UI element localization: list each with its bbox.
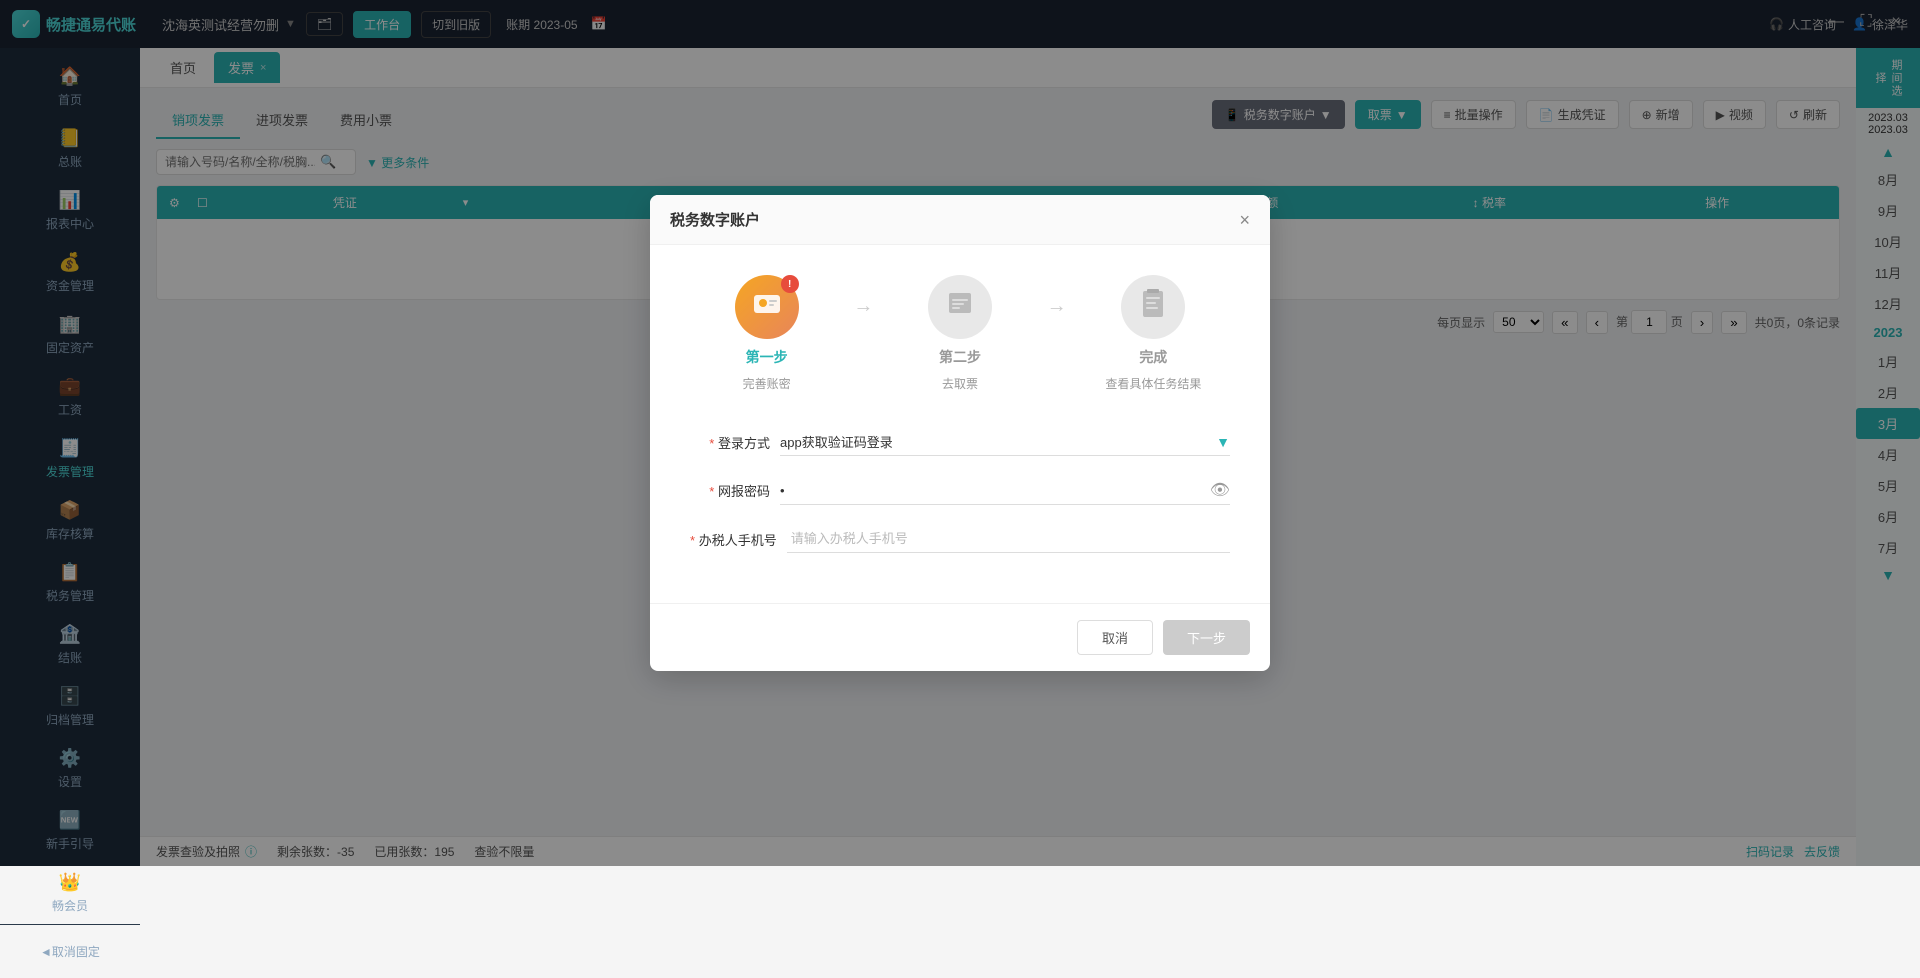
modal: 税务数字账户 × [650, 195, 1270, 671]
login-method-select[interactable]: app获取验证码登录 ▼ [780, 428, 1230, 456]
modal-body: ! 第一步 完善账密 → [650, 245, 1270, 603]
step-1-desc: 完善账密 [743, 375, 791, 392]
step-arrow-2: → [1037, 275, 1077, 318]
step-2-desc: 去取票 [942, 375, 978, 392]
window-controls: — ⛶ × [1812, 0, 1920, 44]
password-label: * 网报密码 [690, 481, 780, 500]
step-1: ! 第一步 完善账密 [690, 275, 843, 392]
step-1-icon [750, 287, 784, 328]
modal-close-button[interactable]: × [1239, 211, 1250, 229]
form-row-password: * 网报密码 👁 [690, 476, 1230, 505]
step-1-error-badge: ! [781, 275, 799, 293]
next-button[interactable]: 下一步 [1163, 620, 1250, 655]
toggle-password-icon[interactable]: 👁 [1210, 480, 1230, 500]
step-3-icon [1136, 287, 1170, 328]
password-field-wrap: 👁 [780, 476, 1230, 505]
phone-label: * 办税人手机号 [690, 530, 787, 549]
steps: ! 第一步 完善账密 → [690, 275, 1230, 392]
form-row-phone: * 办税人手机号 [690, 525, 1230, 553]
phone-input[interactable] [787, 525, 1230, 553]
password-required-mark: * [709, 484, 714, 499]
cancel-fixed-button[interactable]: ◄取消固定 [0, 935, 140, 968]
close-window-button[interactable]: × [1882, 8, 1910, 36]
modal-footer: 取消 下一步 [650, 603, 1270, 671]
step-2-label: 第二步 [939, 347, 981, 367]
modal-header: 税务数字账户 × [650, 195, 1270, 245]
member-icon: 👑 [59, 872, 81, 893]
cancel-fixed-label: ◄取消固定 [40, 943, 100, 960]
cancel-button[interactable]: 取消 [1077, 620, 1153, 655]
modal-overlay: 税务数字账户 × [0, 0, 1920, 866]
step-1-label: 第一步 [746, 347, 788, 367]
step-2-icon-wrap [928, 275, 992, 339]
login-method-label: * 登录方式 [690, 433, 780, 452]
sidebar-bottom: ◄取消固定 [0, 924, 140, 978]
phone-required-mark: * [690, 533, 695, 548]
modal-title: 税务数字账户 [670, 209, 760, 230]
maximize-button[interactable]: ⛶ [1852, 8, 1880, 36]
step-arrow-1: → [843, 275, 883, 318]
sidebar-item-member[interactable]: 👑 畅会员 [0, 862, 140, 924]
step-3-desc: 查看具体任务结果 [1105, 375, 1201, 392]
password-input[interactable] [780, 483, 1210, 498]
login-method-chevron-icon[interactable]: ▼ [1216, 434, 1230, 450]
login-method-value: app获取验证码登录 [780, 432, 1216, 451]
sidebar-label-member: 畅会员 [52, 897, 88, 914]
step-1-icon-wrap: ! [735, 275, 799, 339]
step-3-label: 完成 [1139, 347, 1167, 367]
step-2-icon [943, 287, 977, 328]
login-method-required-mark: * [709, 436, 714, 451]
step-3: 完成 查看具体任务结果 [1077, 275, 1230, 392]
form-row-login-method: * 登录方式 app获取验证码登录 ▼ [690, 428, 1230, 456]
minimize-button[interactable]: — [1822, 8, 1850, 36]
step-2: 第二步 去取票 [883, 275, 1036, 392]
step-3-icon-wrap [1121, 275, 1185, 339]
